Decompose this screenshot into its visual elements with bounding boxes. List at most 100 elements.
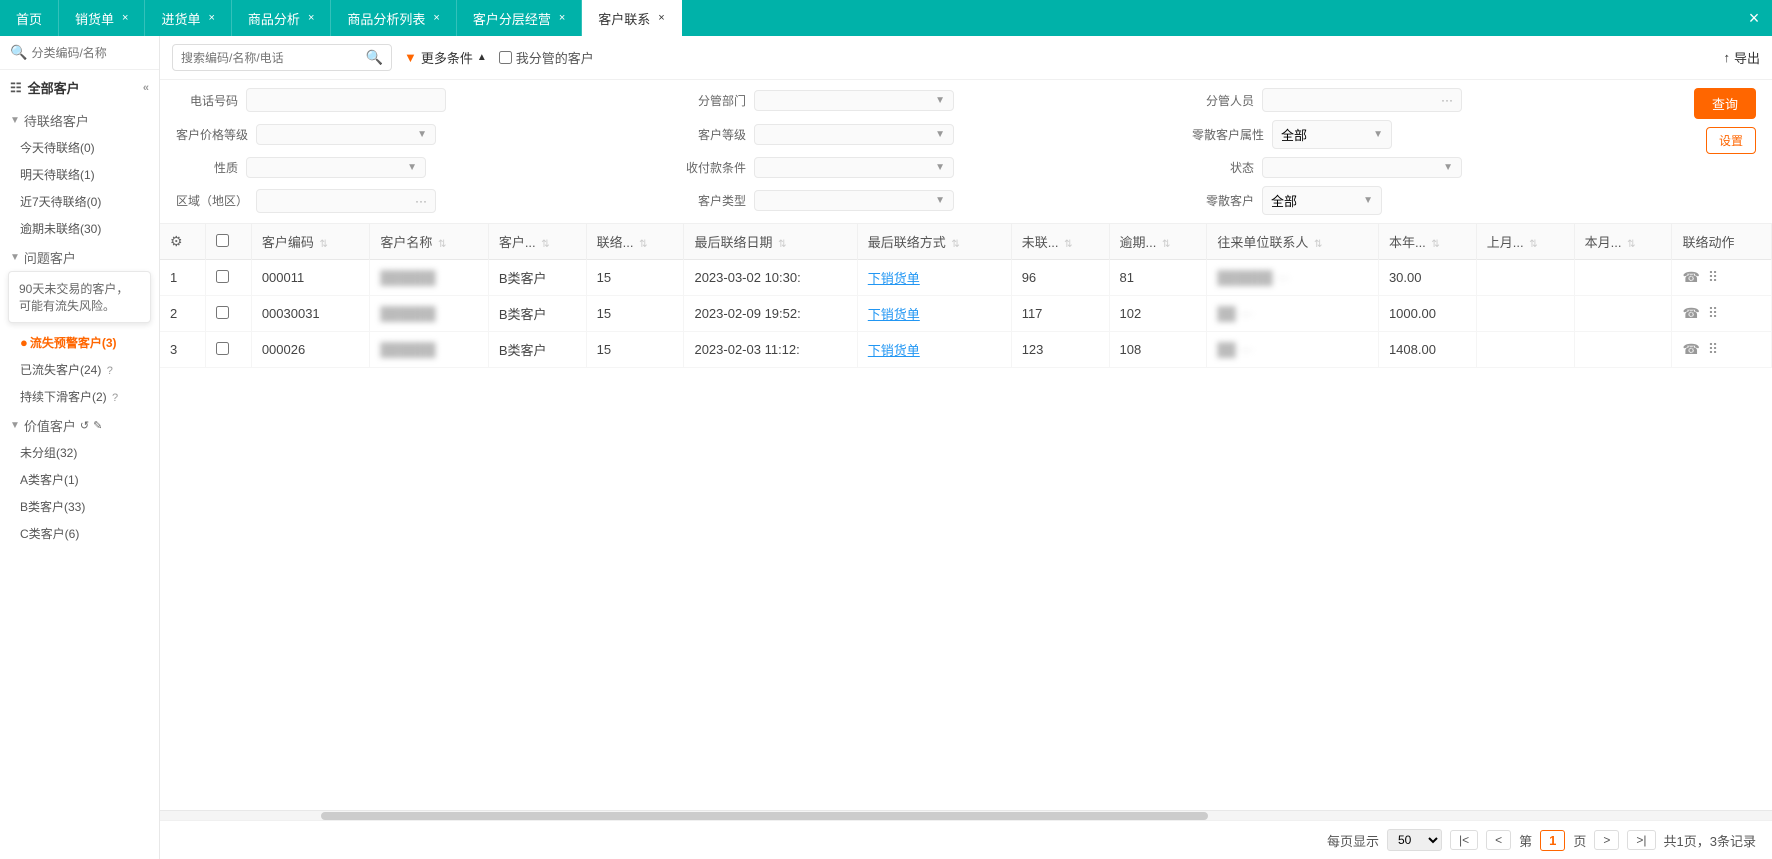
sidebar-item-c-class[interactable]: C类客户(6) [0,520,159,547]
sidebar-item-overdue[interactable]: 逾期未联络(30) [0,215,159,242]
tab-sales-close[interactable]: × [122,12,128,24]
page-size-select[interactable]: 50 100 200 [1387,829,1442,851]
search-input-wrap: 🔍 [172,44,392,71]
col-type[interactable]: 客户... ⇅ [488,224,586,260]
col-code[interactable]: 客户编码 ⇅ [251,224,370,260]
filter-price-grade-select[interactable]: ▼ [256,124,436,145]
sidebar-search-input[interactable] [31,46,160,60]
tab-customer-layer[interactable]: 客户分层经营 × [457,0,582,36]
edit-icon[interactable]: ✎ [93,419,102,432]
next-page-button[interactable]: > [1594,830,1619,850]
col-settings[interactable]: ⚙ [160,224,205,260]
row2-checkbox[interactable] [216,306,229,319]
tab-home[interactable]: 首页 [0,0,59,36]
col-last-month[interactable]: 上月... ⇅ [1476,224,1574,260]
phone-icon-1[interactable]: ☎ [1682,269,1699,286]
my-customers-checkbox-label[interactable]: 我分管的客户 [499,48,594,67]
filter-phone-input[interactable] [246,88,446,112]
col-last-method[interactable]: 最后联络方式 ⇅ [857,224,1011,260]
filter-payment-select[interactable]: ▼ [754,157,954,178]
sidebar-item-a-class[interactable]: A类客户(1) [0,466,159,493]
sidebar-item-week[interactable]: 近7天待联络(0) [0,188,159,215]
row1-checkbox[interactable] [216,270,229,283]
hscroll-thumb[interactable] [321,812,1208,820]
sidebar-group-problem[interactable]: ▼ 问题客户 [0,242,159,271]
sidebar-item-declining[interactable]: 持续下滑客户(2) ? [0,383,159,410]
dots-icon[interactable]: ··· [1441,93,1453,107]
sidebar-item-today[interactable]: 今天待联络(0) [0,134,159,161]
filter-dept-select[interactable]: ▼ [754,90,954,111]
col-current-month[interactable]: 本月... ⇅ [1574,224,1672,260]
tab-product-analysis-close[interactable]: × [308,12,314,24]
tab-product-list-close[interactable]: × [433,12,439,24]
last-page-button[interactable]: >| [1627,830,1655,850]
settings-gear-icon[interactable]: ⚙ [170,233,183,249]
method-link-2[interactable]: 下销货单 [868,307,920,322]
horizontal-scrollbar[interactable] [160,810,1772,820]
col-unlisted[interactable]: 未联... ⇅ [1011,224,1109,260]
sidebar-group-value[interactable]: ▼ 价值客户 ↺ ✎ [0,410,159,439]
more-icon-2[interactable]: ⠿ [1708,305,1718,322]
tab-purchase[interactable]: 进货单 × [145,0,231,36]
cell-checkbox-2[interactable] [205,296,251,332]
collapse-icon[interactable]: « [143,82,149,94]
cell-index-1: 1 [160,260,205,296]
first-page-button[interactable]: |< [1450,830,1478,850]
filter-status-select[interactable]: ▼ [1262,157,1462,178]
select-all-checkbox[interactable] [216,234,229,247]
refresh-icon[interactable]: ↺ [80,419,89,432]
prev-page-button[interactable]: < [1486,830,1511,850]
cell-checkbox-3[interactable] [205,332,251,368]
search-input[interactable] [181,51,366,65]
tab-customer-contact[interactable]: 客户联系 × [582,0,681,36]
row3-checkbox[interactable] [216,342,229,355]
phone-icon-3[interactable]: ☎ [1682,341,1699,358]
col-name[interactable]: 客户名称 ⇅ [370,224,489,260]
sidebar-item-ungraded[interactable]: 未分组(32) [0,439,159,466]
filter-nature-select[interactable]: ▼ [246,157,426,178]
filter-region-select[interactable]: ··· [256,189,436,213]
tab-customer-contact-close[interactable]: × [658,12,664,24]
more-icon-3[interactable]: ⠿ [1708,341,1718,358]
phone-icon-2[interactable]: ☎ [1682,305,1699,322]
sort-icon7: ⇅ [1064,239,1072,250]
filter-row-3: 性质 ▼ 收付款条件 ▼ [176,157,1676,178]
col-year[interactable]: 本年... ⇅ [1378,224,1476,260]
filter-btn[interactable]: ▼ 更多条件 ▲ [404,48,487,67]
method-link-1[interactable]: 下销货单 [868,271,920,286]
sidebar-item-b-class[interactable]: B类客户(33) [0,493,159,520]
chevron-down-icon6: ▼ [935,162,945,173]
tab-sales[interactable]: 销货单 × [59,0,145,36]
export-btn[interactable]: ↑ 导出 [1723,48,1760,67]
filter-grade-select[interactable]: ▼ [754,124,954,145]
search-button-icon[interactable]: 🔍 [366,49,383,66]
filter-type-select[interactable]: ▼ [754,190,954,211]
filter-scatter-select[interactable]: 全部 ▼ [1262,186,1382,215]
method-link-3[interactable]: 下销货单 [868,343,920,358]
sidebar-root[interactable]: ☷ 全部客户 « [0,70,159,105]
sidebar-item-churned[interactable]: 已流失客户(24) ? [0,356,159,383]
dots-icon2[interactable]: ··· [415,194,427,208]
query-button[interactable]: 查询 [1694,88,1756,119]
col-contact-count[interactable]: 联络... ⇅ [586,224,684,260]
sidebar-item-churn-warning[interactable]: ●流失预警客户(3) [0,329,159,356]
col-unit-contact[interactable]: 往来单位联系人 ⇅ [1207,224,1379,260]
col-overdue[interactable]: 逾期... ⇅ [1109,224,1207,260]
col-checkbox[interactable] [205,224,251,260]
tab-product-list[interactable]: 商品分析列表 × [331,0,456,36]
more-icon-1[interactable]: ⠿ [1708,269,1718,286]
sidebar-item-tomorrow[interactable]: 明天待联络(1) [0,161,159,188]
sidebar-group-pending[interactable]: ▼ 待联络客户 [0,105,159,134]
tab-product-analysis[interactable]: 商品分析 × [232,0,331,36]
filter-scatter-attr-select[interactable]: 全部 ▼ [1272,120,1392,149]
window-close-button[interactable]: × [1736,0,1772,36]
settings-button[interactable]: 设置 [1706,127,1756,154]
filter-payment-field: 收付款条件 ▼ [684,157,1168,178]
tab-customer-layer-close[interactable]: × [559,12,565,24]
cell-checkbox-1[interactable] [205,260,251,296]
my-customers-checkbox[interactable] [499,51,512,64]
col-last-date[interactable]: 最后联络日期 ⇅ [684,224,857,260]
filter-person-select[interactable]: ··· [1262,88,1462,112]
sidebar-search-icon: 🔍 [10,44,27,61]
tab-purchase-close[interactable]: × [208,12,214,24]
